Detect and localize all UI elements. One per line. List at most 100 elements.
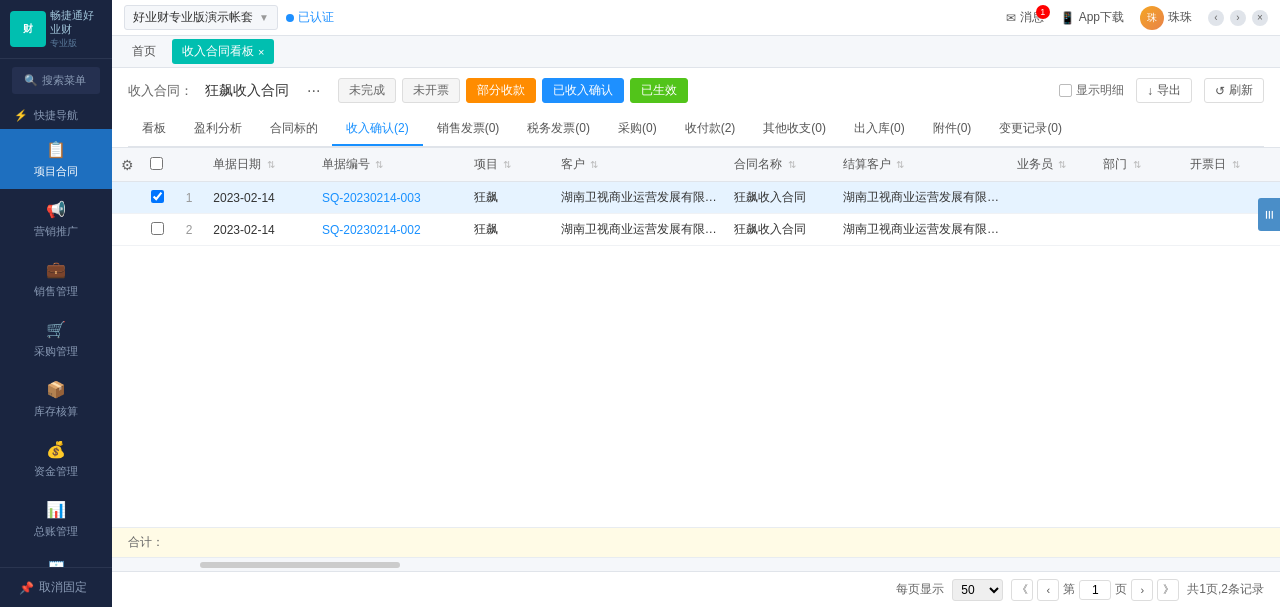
table-row[interactable]: 2 2023-02-14 SQ-20230214-002 狂飙 湖南卫视商业运营… bbox=[112, 214, 1280, 246]
tab-contract-board[interactable]: 收入合同看板 × bbox=[172, 39, 274, 64]
sidebar-item-purchase[interactable]: 🛒 采购管理 bbox=[0, 309, 112, 369]
sidebar-item-sales[interactable]: 💼 销售管理 bbox=[0, 249, 112, 309]
quick-nav[interactable]: ⚡ 快捷导航 bbox=[0, 102, 112, 129]
refresh-button[interactable]: ↺ 刷新 bbox=[1204, 78, 1264, 103]
scroll-thumb[interactable] bbox=[200, 562, 400, 568]
status-confirmed[interactable]: 已收入确认 bbox=[542, 78, 624, 103]
export-icon: ↓ bbox=[1147, 84, 1153, 98]
per-page-select[interactable]: 50 100 200 bbox=[952, 579, 1003, 601]
user-avatar-area[interactable]: 珠 珠珠 bbox=[1140, 6, 1192, 30]
window-next-button[interactable]: › bbox=[1230, 10, 1246, 26]
sub-tab-payment[interactable]: 收付款(2) bbox=[671, 113, 750, 146]
next-page-button[interactable]: › bbox=[1131, 579, 1153, 601]
doc-link-1[interactable]: SQ-20230214-003 bbox=[322, 191, 421, 205]
right-panel-toggle[interactable]: ≡ bbox=[1258, 198, 1280, 231]
sub-tab-change-log[interactable]: 变更记录(0) bbox=[985, 113, 1076, 146]
sub-tab-out-in[interactable]: 出入库(0) bbox=[840, 113, 919, 146]
status-partial[interactable]: 部分收款 bbox=[466, 78, 536, 103]
sidebar-item-funds[interactable]: 💰 资金管理 bbox=[0, 429, 112, 489]
gear-icon[interactable]: ⚙ bbox=[121, 157, 134, 173]
row-settings-1 bbox=[112, 182, 142, 214]
sort-date-icon[interactable]: ⇅ bbox=[267, 159, 275, 170]
sort-open-icon[interactable]: ⇅ bbox=[1232, 159, 1240, 170]
sidebar-item-project[interactable]: 📋 项目合同 bbox=[0, 129, 112, 189]
user-name: 珠珠 bbox=[1168, 9, 1192, 26]
prev-page-button[interactable]: ‹ bbox=[1037, 579, 1059, 601]
tab-home[interactable]: 首页 bbox=[120, 39, 168, 64]
sub-tab-profit[interactable]: 盈利分析 bbox=[180, 113, 256, 146]
first-page-button[interactable]: 《 bbox=[1011, 579, 1033, 601]
window-close-button[interactable]: × bbox=[1252, 10, 1268, 26]
row-checkbox-2[interactable] bbox=[151, 222, 164, 235]
certified-badge: 已认证 bbox=[286, 9, 334, 26]
marketing-icon: 📢 bbox=[45, 199, 67, 221]
certified-label: 已认证 bbox=[298, 9, 334, 26]
sub-tab-sales-invoice[interactable]: 销售发票(0) bbox=[423, 113, 514, 146]
message-button[interactable]: ✉ 消息 1 bbox=[1006, 9, 1044, 26]
row-project-2: 狂飙 bbox=[466, 214, 553, 246]
unpin-button[interactable]: 📌 取消固定 bbox=[6, 574, 106, 601]
col-header-dept: 部门 ⇅ bbox=[1095, 148, 1182, 182]
content-area: 收入合同： 狂飙收入合同 ··· 未完成 未开票 部分收款 已收入确认 已生效 … bbox=[112, 68, 1280, 607]
general-icon: 📊 bbox=[45, 499, 67, 521]
search-icon: 🔍 bbox=[24, 74, 38, 87]
sidebar-item-marketing[interactable]: 📢 营销推广 bbox=[0, 189, 112, 249]
sort-num-icon[interactable]: ⇅ bbox=[375, 159, 383, 170]
sub-tab-tax-invoice[interactable]: 税务发票(0) bbox=[513, 113, 604, 146]
col-header-open-date: 开票日 ⇅ bbox=[1182, 148, 1280, 182]
sidebar-item-invoice[interactable]: 🧾 发票管理 bbox=[0, 549, 112, 567]
sidebar-item-general[interactable]: 📊 总账管理 bbox=[0, 489, 112, 549]
project-icon: 📋 bbox=[45, 139, 67, 161]
sidebar-item-inventory[interactable]: 📦 库存核算 bbox=[0, 369, 112, 429]
last-page-button[interactable]: 》 bbox=[1157, 579, 1179, 601]
certified-dot bbox=[286, 14, 294, 22]
download-icon: 📱 bbox=[1060, 11, 1075, 25]
window-prev-button[interactable]: ‹ bbox=[1208, 10, 1224, 26]
app-name: 畅捷通好业财 bbox=[50, 8, 102, 37]
sort-contract-icon[interactable]: ⇅ bbox=[788, 159, 796, 170]
sort-customer-icon[interactable]: ⇅ bbox=[590, 159, 598, 170]
sub-tabs: 看板 盈利分析 合同标的 收入确认(2) 销售发票(0) 税务发票(0) bbox=[128, 113, 1264, 147]
display-detail-checkbox[interactable] bbox=[1059, 84, 1072, 97]
export-button[interactable]: ↓ 导出 bbox=[1136, 78, 1192, 103]
tab-close-icon[interactable]: × bbox=[258, 46, 264, 58]
row-check-1 bbox=[142, 182, 172, 214]
sort-dept-icon[interactable]: ⇅ bbox=[1133, 159, 1141, 170]
row-sales-1 bbox=[1009, 182, 1096, 214]
select-all-checkbox[interactable] bbox=[150, 157, 163, 170]
contract-title-row: 收入合同： 狂飙收入合同 ··· 未完成 未开票 部分收款 已收入确认 已生效 … bbox=[128, 78, 1264, 103]
sub-tab-attachment[interactable]: 附件(0) bbox=[919, 113, 986, 146]
tabs-bar: 首页 收入合同看板 × bbox=[112, 36, 1280, 68]
sub-tab-other-income[interactable]: 其他收支(0) bbox=[749, 113, 840, 146]
doc-link-2[interactable]: SQ-20230214-002 bbox=[322, 223, 421, 237]
status-effective[interactable]: 已生效 bbox=[630, 78, 688, 103]
sub-tab-kanban[interactable]: 看板 bbox=[128, 113, 180, 146]
sort-proj-icon[interactable]: ⇅ bbox=[503, 159, 511, 170]
topbar: 好业财专业版演示帐套 ▼ 已认证 ✉ 消息 1 📱 App下载 珠 珠珠 bbox=[112, 0, 1280, 36]
display-detail-toggle[interactable]: 显示明细 bbox=[1059, 82, 1124, 99]
sort-settle-icon[interactable]: ⇅ bbox=[896, 159, 904, 170]
page-input[interactable] bbox=[1079, 580, 1111, 600]
app-download-button[interactable]: 📱 App下载 bbox=[1060, 9, 1124, 26]
sort-sales-icon[interactable]: ⇅ bbox=[1058, 159, 1066, 170]
company-selector[interactable]: 好业财专业版演示帐套 ▼ bbox=[124, 5, 278, 30]
sub-tab-contract-std[interactable]: 合同标的 bbox=[256, 113, 332, 146]
row-number-1[interactable]: SQ-20230214-003 bbox=[314, 182, 466, 214]
status-uninvoiced[interactable]: 未开票 bbox=[402, 78, 460, 103]
row-number-2[interactable]: SQ-20230214-002 bbox=[314, 214, 466, 246]
table-row[interactable]: 1 2023-02-14 SQ-20230214-003 狂飙 湖南卫视商业运营… bbox=[112, 182, 1280, 214]
user-avatar: 珠 bbox=[1140, 6, 1164, 30]
row-customer-2: 湖南卫视商业运营发展有限公司 bbox=[553, 214, 727, 246]
status-uncomplete[interactable]: 未完成 bbox=[338, 78, 396, 103]
sub-tab-confirm[interactable]: 收入确认(2) bbox=[332, 113, 423, 146]
contract-label: 收入合同： bbox=[128, 82, 193, 100]
more-options-button[interactable]: ··· bbox=[301, 82, 326, 100]
sidebar-bottom: 📌 取消固定 bbox=[0, 567, 112, 607]
col-header-date: 单据日期 ⇅ bbox=[205, 148, 314, 182]
row-num-2: 2 bbox=[173, 214, 206, 246]
horizontal-scrollbar[interactable] bbox=[112, 557, 1280, 571]
row-checkbox-1[interactable] bbox=[151, 190, 164, 203]
sub-tab-purchase[interactable]: 采购(0) bbox=[604, 113, 671, 146]
row-num-1: 1 bbox=[173, 182, 206, 214]
search-menu[interactable]: 🔍 搜索菜单 bbox=[12, 67, 100, 94]
